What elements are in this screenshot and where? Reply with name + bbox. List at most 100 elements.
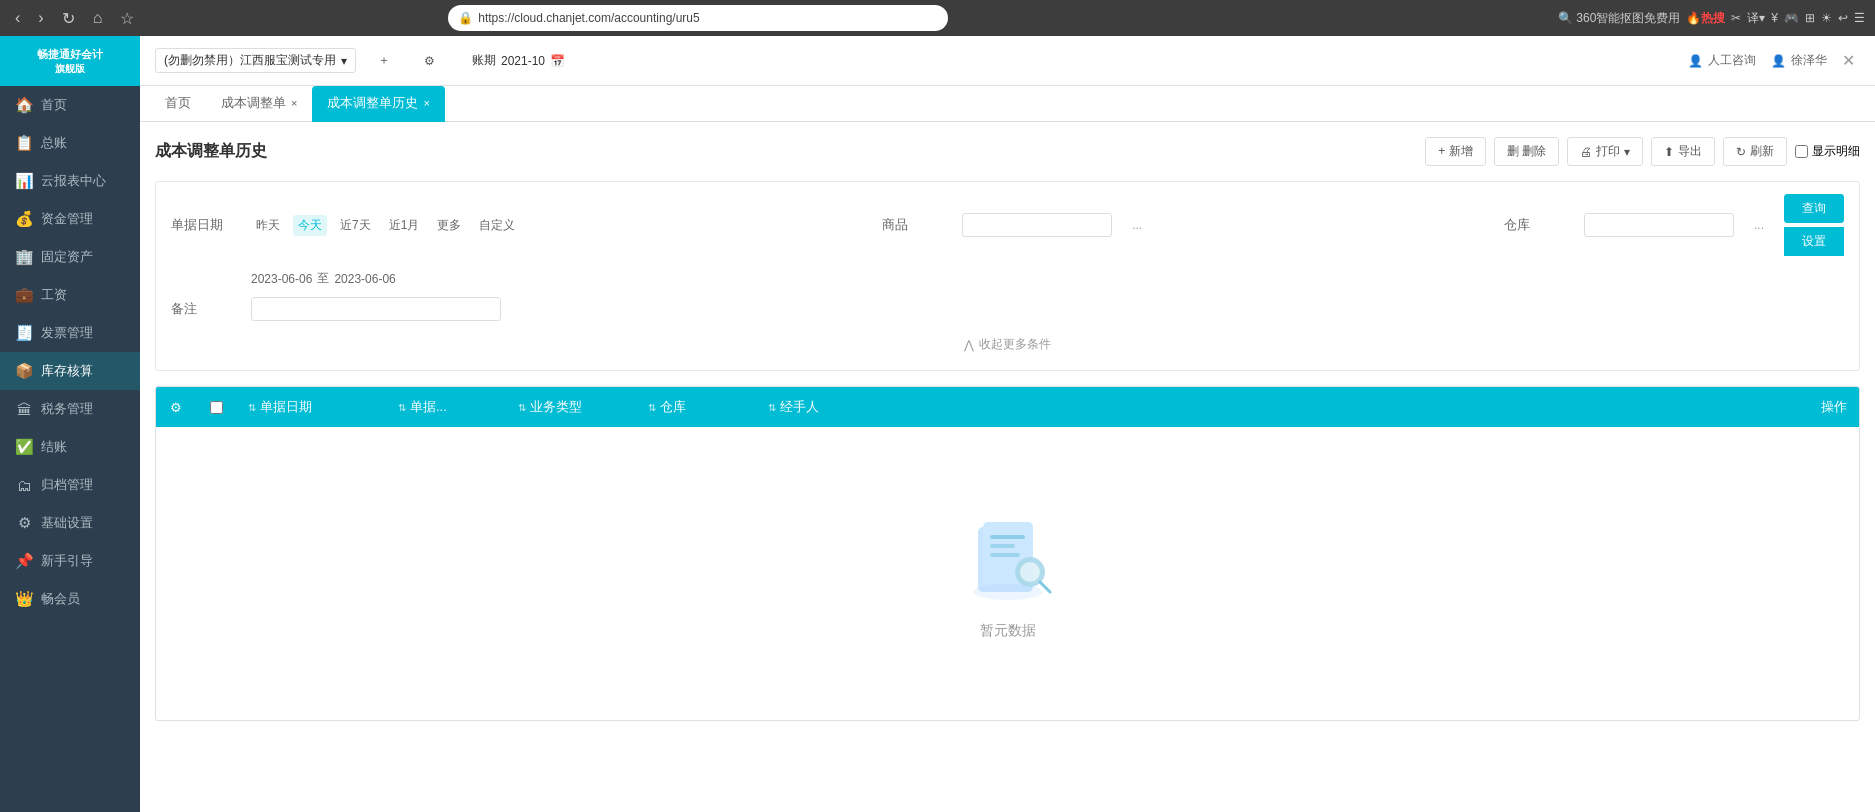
th-date[interactable]: ⇅ 单据日期 [236,398,386,416]
nav-icon-1: 📋 [15,134,33,152]
page-tabs: 首页成本调整单 ×成本调整单历史 × [140,86,1875,122]
nav-label-12: 新手引导 [41,552,93,570]
sort-icon: ⇅ [248,402,256,413]
nav-label-13: 畅会员 [41,590,80,608]
goods-input[interactable] [962,213,1112,237]
refresh-button[interactable]: ↻ [57,7,80,30]
column-settings-button[interactable]: ⚙ [156,400,196,415]
home-button[interactable]: ⌂ [88,7,108,29]
select-all-checkbox-container[interactable] [196,401,236,414]
tool8[interactable]: ☰ [1854,11,1865,25]
warehouse-more[interactable]: ... [1754,218,1764,232]
display-detail-toggle[interactable]: 显示明细 [1795,143,1860,160]
back-button[interactable]: ‹ [10,7,25,29]
svg-rect-4 [990,544,1015,548]
sort-icon3: ⇅ [518,402,526,413]
query-button[interactable]: 查询 [1784,194,1844,223]
th-number[interactable]: ⇅ 单据... [386,398,506,416]
sidebar-item-归档管理[interactable]: 🗂归档管理 [0,466,140,504]
tab-close-1[interactable]: × [291,97,297,109]
sidebar-item-新手引导[interactable]: 📌新手引导 [0,542,140,580]
sidebar-item-结账[interactable]: ✅结账 [0,428,140,466]
nav-label-2: 云报表中心 [41,172,106,190]
tool1[interactable]: ✂ [1731,11,1741,25]
th-operator[interactable]: ⇅ 经手人 [756,398,876,416]
calendar-icon[interactable]: 📅 [550,54,565,68]
sidebar-item-固定资产[interactable]: 🏢 固定资产 [0,238,140,276]
th-warehouse[interactable]: ⇅ 仓库 [636,398,756,416]
date-shortcut-2[interactable]: 近7天 [335,215,376,236]
tool3[interactable]: ¥ [1771,11,1778,25]
nav-label-4: 固定资产 [41,248,93,266]
help-button[interactable]: 👤 人工咨询 [1688,52,1756,69]
page-tab-1[interactable]: 成本调整单 × [206,86,312,122]
goods-more[interactable]: ... [1132,218,1142,232]
star-button[interactable]: ☆ [115,7,139,30]
nav-icon-0: 🏠 [15,96,33,114]
date-shortcut-4[interactable]: 更多 [432,215,466,236]
tool5[interactable]: ⊞ [1805,11,1815,25]
page-tab-0[interactable]: 首页 [150,86,206,122]
filter-row-date: 单据日期 昨天今天近7天近1月更多自定义 商品 ... 仓库 ... 查询 设置 [171,194,1844,256]
sidebar-item-总账[interactable]: 📋 总账 [0,124,140,162]
sidebar-item-税务管理[interactable]: 🏛税务管理 [0,390,140,428]
nav-icon-10: 🗂 [15,477,33,494]
sidebar-item-畅会员[interactable]: 👑畅会员 [0,580,140,618]
tool4[interactable]: 🎮 [1784,11,1799,25]
sort-icon5: ⇅ [768,402,776,413]
delete-button[interactable]: 删 删除 [1494,137,1559,166]
th-biztype[interactable]: ⇅ 业务类型 [506,398,636,416]
refresh-icon: ↻ [1736,145,1746,159]
date-filter-label: 单据日期 [171,216,231,234]
print-button[interactable]: 🖨 打印 ▾ [1567,137,1643,166]
table-container: ⚙ ⇅ 单据日期 ⇅ 单据... ⇅ 业务类型 [155,386,1860,721]
hot-search[interactable]: 🔥热搜 [1686,10,1725,27]
nav-label-8: 税务管理 [41,400,93,418]
sidebar-item-工资[interactable]: 💼工资 [0,276,140,314]
add-account-button[interactable]: ＋ [366,47,402,74]
help-icon: 👤 [1688,54,1703,68]
table-header: ⚙ ⇅ 单据日期 ⇅ 单据... ⇅ 业务类型 [156,387,1859,427]
sidebar-item-库存核算[interactable]: 📦库存核算 [0,352,140,390]
goods-filter-label: 商品 [882,216,942,234]
nav-label-1: 总账 [41,134,67,152]
select-all-checkbox[interactable] [210,401,223,414]
empty-icon [958,507,1058,607]
forward-button[interactable]: › [33,7,48,29]
settings-button[interactable]: 设置 [1784,227,1844,256]
tool2[interactable]: 译▾ [1747,10,1765,27]
close-window-button[interactable]: ✕ [1837,49,1860,72]
browser-chrome: ‹ › ↻ ⌂ ☆ 🔒 https://cloud.chanjet.com/ac… [0,0,1875,36]
tab-close-2[interactable]: × [423,97,429,109]
export-button[interactable]: ⬆ 导出 [1651,137,1715,166]
sidebar-item-云报表中心[interactable]: 📊云报表中心 [0,162,140,200]
url-bar[interactable]: 🔒 https://cloud.chanjet.com/accounting/u… [448,5,948,31]
refresh-page-button[interactable]: ↻ 刷新 [1723,137,1787,166]
sidebar-item-发票管理[interactable]: 🧾发票管理 [0,314,140,352]
date-shortcut-5[interactable]: 自定义 [474,215,520,236]
date-shortcut-1[interactable]: 今天 [293,215,327,236]
tool6[interactable]: ☀ [1821,11,1832,25]
svg-point-7 [1020,562,1040,582]
date-shortcut-0[interactable]: 昨天 [251,215,285,236]
period-info: 账期 2021-10 📅 [472,52,565,69]
notes-filter-label: 备注 [171,300,231,318]
sidebar-item-基础设置[interactable]: ⚙基础设置 [0,504,140,542]
warehouse-input[interactable] [1584,213,1734,237]
search-tool[interactable]: 🔍 360智能抠图免费用 [1558,10,1680,27]
tool7[interactable]: ↩ [1838,11,1848,25]
display-detail-checkbox[interactable] [1795,145,1808,158]
date-shortcut-3[interactable]: 近1月 [384,215,425,236]
collapse-button[interactable]: ⋀ 收起更多条件 [959,331,1056,358]
user-info[interactable]: 👤 徐泽华 [1771,52,1827,69]
nav-icon-3: 💰 [15,210,33,228]
sidebar-item-首页[interactable]: 🏠首页 [0,86,140,124]
new-button[interactable]: + 新增 [1425,137,1485,166]
account-selector[interactable]: (勿删勿禁用）江西服宝测试专用 ▾ [155,48,356,73]
nav-icon-4: 🏢 [15,248,33,266]
settings-icon[interactable]: ⚙ [412,49,447,73]
notes-input[interactable] [251,297,501,321]
sidebar-item-资金管理[interactable]: 💰资金管理 [0,200,140,238]
page-tab-2[interactable]: 成本调整单历史 × [312,86,444,122]
nav-icon-9: ✅ [15,438,33,456]
